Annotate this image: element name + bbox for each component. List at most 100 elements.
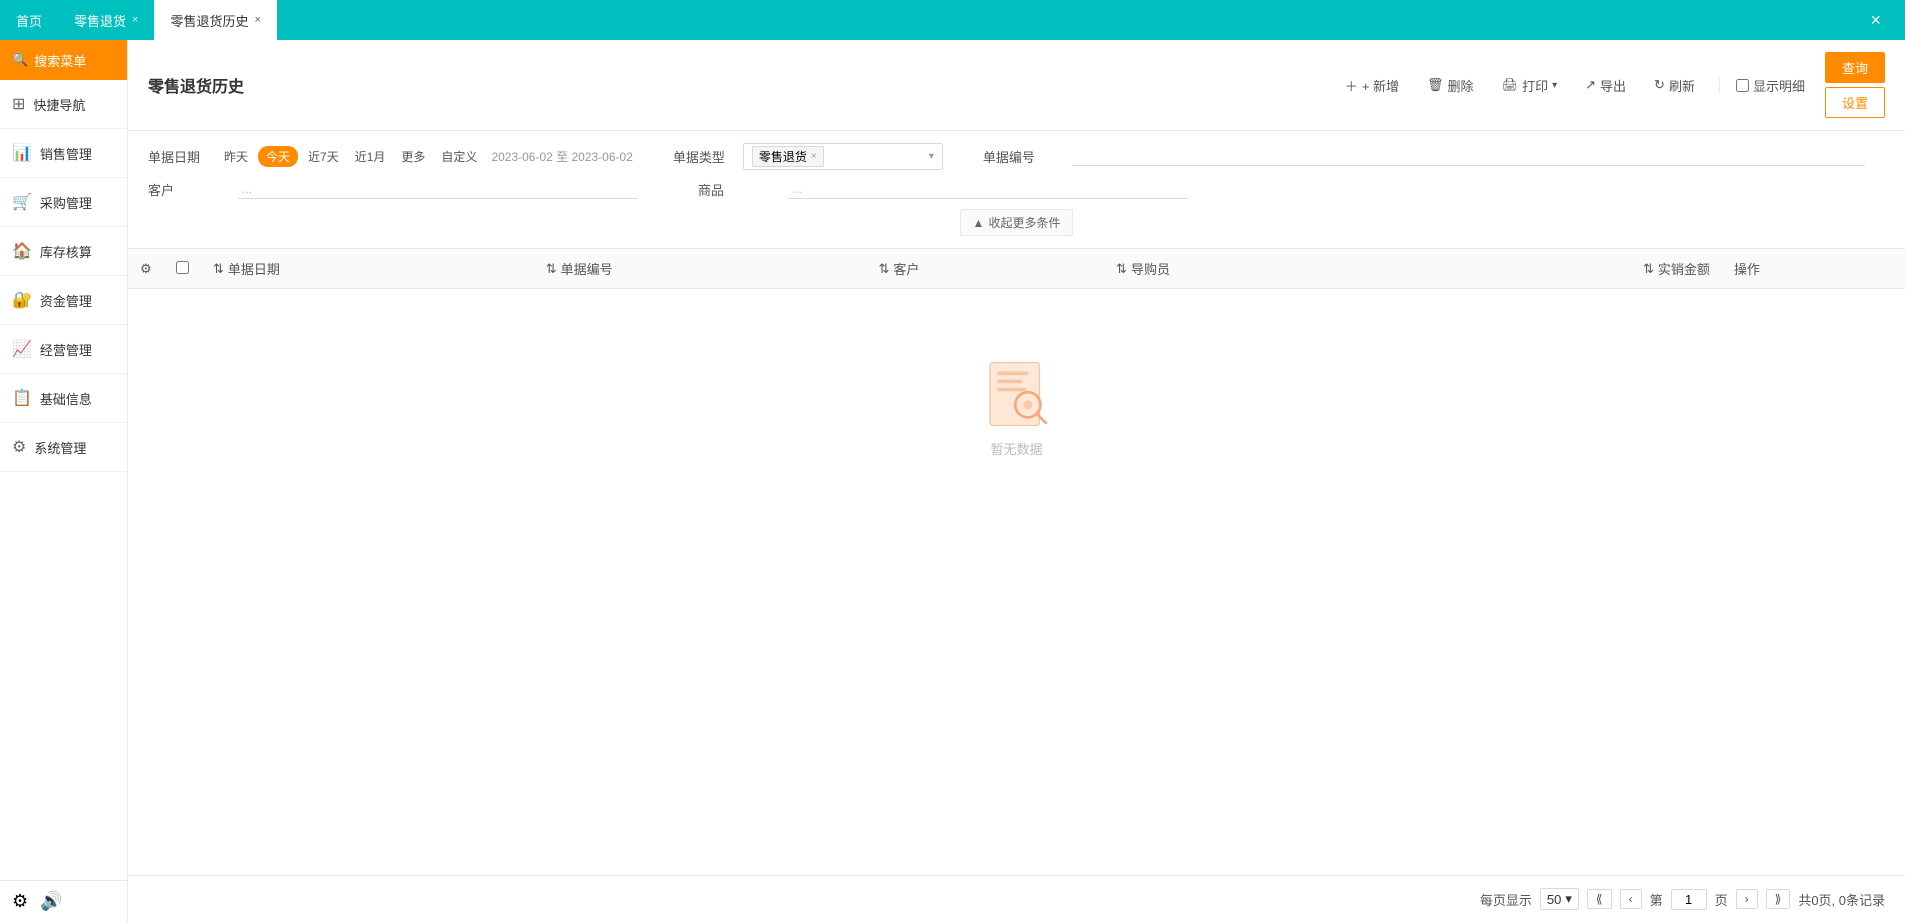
sidebar-item-sales-mgmt[interactable]: 📊 销售管理: [0, 129, 127, 178]
page-size-label: 每页显示: [1480, 890, 1532, 909]
th-checkbox[interactable]: [164, 249, 201, 289]
th-action-label: 操作: [1734, 262, 1760, 277]
customer-input-wrap[interactable]: ...: [238, 180, 638, 199]
tab-home[interactable]: 首页: [0, 0, 58, 40]
total-label: 共0页, 0条记录: [1798, 890, 1885, 909]
table-wrap: ⚙ ⇅ 单据日期 ⇅: [128, 249, 1905, 875]
goods-label: 商品: [698, 180, 768, 199]
export-button[interactable]: ↗ 导出: [1577, 72, 1634, 99]
window-close-button[interactable]: ×: [1862, 10, 1889, 30]
filter-area: 单据日期 昨天 今天 近7天 近1月 更多 自定义 2023-06-02 至 2…: [128, 131, 1905, 249]
page-size-chevron-icon: ▾: [1565, 891, 1572, 907]
th-doc-date[interactable]: ⇅ 单据日期: [201, 249, 534, 289]
sidebar-search-label: 搜索菜单: [34, 51, 86, 70]
th-doc-no[interactable]: ⇅ 单据编号: [534, 249, 867, 289]
sidebar-item-system-mgmt[interactable]: ⚙ 系统管理: [0, 423, 127, 472]
tab-retail-return-history[interactable]: 零售退货历史 ×: [154, 0, 276, 40]
sidebar-item-basic-info[interactable]: 📋 基础信息: [0, 374, 127, 423]
page-number-input[interactable]: [1671, 889, 1707, 910]
collapse-button[interactable]: ▲ 收起更多条件: [960, 209, 1074, 236]
export-icon: ↗: [1585, 77, 1596, 93]
top-bar: 首页 零售退货 × 零售退货历史 × ×: [0, 0, 1905, 40]
print-button[interactable]: 🖨 打印 ▾: [1494, 72, 1566, 99]
date-more[interactable]: 更多: [395, 146, 431, 167]
next-page-button[interactable]: ›: [1736, 889, 1758, 909]
sidebar-item-finance[interactable]: 🔐 资金管理: [0, 276, 127, 325]
date-custom[interactable]: 自定义: [435, 146, 483, 167]
th-gear[interactable]: ⚙: [128, 249, 164, 289]
show-detail-label[interactable]: 显示明细: [1736, 76, 1805, 95]
tab-list: 首页 零售退货 × 零售退货历史 ×: [0, 0, 1862, 40]
th-amount[interactable]: ⇅ 实销金额: [1389, 249, 1722, 289]
add-icon: ＋: [1345, 76, 1358, 95]
page-title: 零售退货历史: [148, 73, 1337, 97]
sidebar-settings-icon[interactable]: ⚙: [12, 891, 28, 912]
sidebar-item-inventory-label: 库存核算: [40, 242, 92, 261]
delete-button[interactable]: 🗑 删除: [1419, 72, 1482, 99]
th-amount-label: 实销金额: [1658, 259, 1710, 278]
th-guide[interactable]: ⇅ 导购员: [1104, 249, 1389, 289]
sidebar-item-operations-label: 经营管理: [40, 340, 92, 359]
empty-icon: [972, 349, 1062, 439]
top-bar-right: ×: [1862, 10, 1905, 31]
sidebar-item-system-label: 系统管理: [34, 438, 86, 457]
sidebar-bottom: ⚙ 🔊: [0, 880, 127, 922]
page-di-label: 第: [1650, 890, 1663, 909]
doc-type-select[interactable]: 零售退货 × ▾: [743, 143, 943, 170]
collapse-up-icon: ▲: [973, 216, 985, 230]
last-page-button[interactable]: ⟫: [1766, 889, 1791, 909]
tab-retail-return-label: 零售退货: [74, 11, 126, 30]
empty-text: 暂无数据: [990, 439, 1042, 458]
refresh-button[interactable]: ↻ 刷新: [1646, 72, 1703, 99]
data-table: ⚙ ⇅ 单据日期 ⇅: [128, 249, 1905, 289]
date-buttons: 昨天 今天 近7天 近1月 更多 自定义: [218, 146, 483, 167]
operations-icon: 📈: [12, 339, 32, 359]
prev-page-button[interactable]: ‹: [1620, 889, 1642, 909]
add-button[interactable]: ＋ + 新增: [1337, 72, 1407, 99]
customer-label: 客户: [148, 180, 218, 199]
sidebar-item-quick-nav[interactable]: ⊞ 快捷导航: [0, 80, 127, 129]
page-size-select[interactable]: 50 ▾: [1540, 888, 1579, 910]
goods-placeholder: ...: [792, 182, 802, 196]
doc-number-input-wrap[interactable]: [1073, 147, 1865, 166]
sidebar-item-operations[interactable]: 📈 经营管理: [0, 325, 127, 374]
finance-icon: 🔐: [12, 290, 32, 310]
doc-type-tag-close[interactable]: ×: [811, 151, 817, 162]
date-1month[interactable]: 近1月: [349, 146, 392, 167]
date-today[interactable]: 今天: [258, 146, 298, 167]
sidebar-search[interactable]: 🔍 搜索菜单: [0, 40, 127, 80]
doc-number-label: 单据编号: [983, 147, 1053, 166]
sidebar-item-inventory[interactable]: 🏠 库存核算: [0, 227, 127, 276]
tab-retail-return[interactable]: 零售退货 ×: [58, 0, 154, 40]
system-mgmt-icon: ⚙: [12, 437, 26, 457]
select-all-checkbox[interactable]: [176, 261, 189, 274]
page-size-value: 50: [1547, 892, 1561, 907]
tab-home-label: 首页: [16, 11, 42, 30]
th-doc-date-label: 单据日期: [228, 259, 280, 278]
sidebar-item-quick-nav-label: 快捷导航: [33, 95, 85, 114]
goods-input-wrap[interactable]: ...: [788, 180, 1188, 199]
sidebar-sound-icon[interactable]: 🔊: [40, 891, 62, 912]
date-7days[interactable]: 近7天: [302, 146, 345, 167]
print-icon: 🖨: [1502, 77, 1519, 93]
gear-icon[interactable]: ⚙: [140, 261, 152, 276]
table-header: ⚙ ⇅ 单据日期 ⇅: [128, 249, 1905, 289]
sidebar-item-basic-info-label: 基础信息: [40, 389, 92, 408]
date-yesterday[interactable]: 昨天: [218, 146, 254, 167]
inventory-icon: 🏠: [12, 241, 32, 261]
sidebar-item-purchase-mgmt[interactable]: 🛒 采购管理: [0, 178, 127, 227]
query-button[interactable]: 查询: [1825, 52, 1885, 83]
filter-row-2: 客户 ... 商品 ...: [148, 180, 1885, 199]
page-header: 零售退货历史 ＋ + 新增 🗑 删除 🖨 打印 ▾ ↗ 导出: [128, 40, 1905, 131]
th-guide-label: 导购员: [1131, 259, 1170, 278]
show-detail-checkbox[interactable]: [1736, 79, 1749, 92]
sidebar-item-finance-label: 资金管理: [40, 291, 92, 310]
doc-number-input[interactable]: [1077, 149, 1861, 163]
filter-row-1: 单据日期 昨天 今天 近7天 近1月 更多 自定义 2023-06-02 至 2…: [148, 143, 1885, 170]
th-customer[interactable]: ⇅ 客户: [866, 249, 1104, 289]
first-page-button[interactable]: ⟪: [1587, 889, 1612, 909]
tab-retail-return-history-label: 零售退货历史: [170, 11, 248, 30]
settings-button[interactable]: 设置: [1825, 87, 1885, 118]
tab-retail-return-close[interactable]: ×: [132, 14, 138, 26]
tab-retail-return-history-close[interactable]: ×: [254, 14, 260, 26]
